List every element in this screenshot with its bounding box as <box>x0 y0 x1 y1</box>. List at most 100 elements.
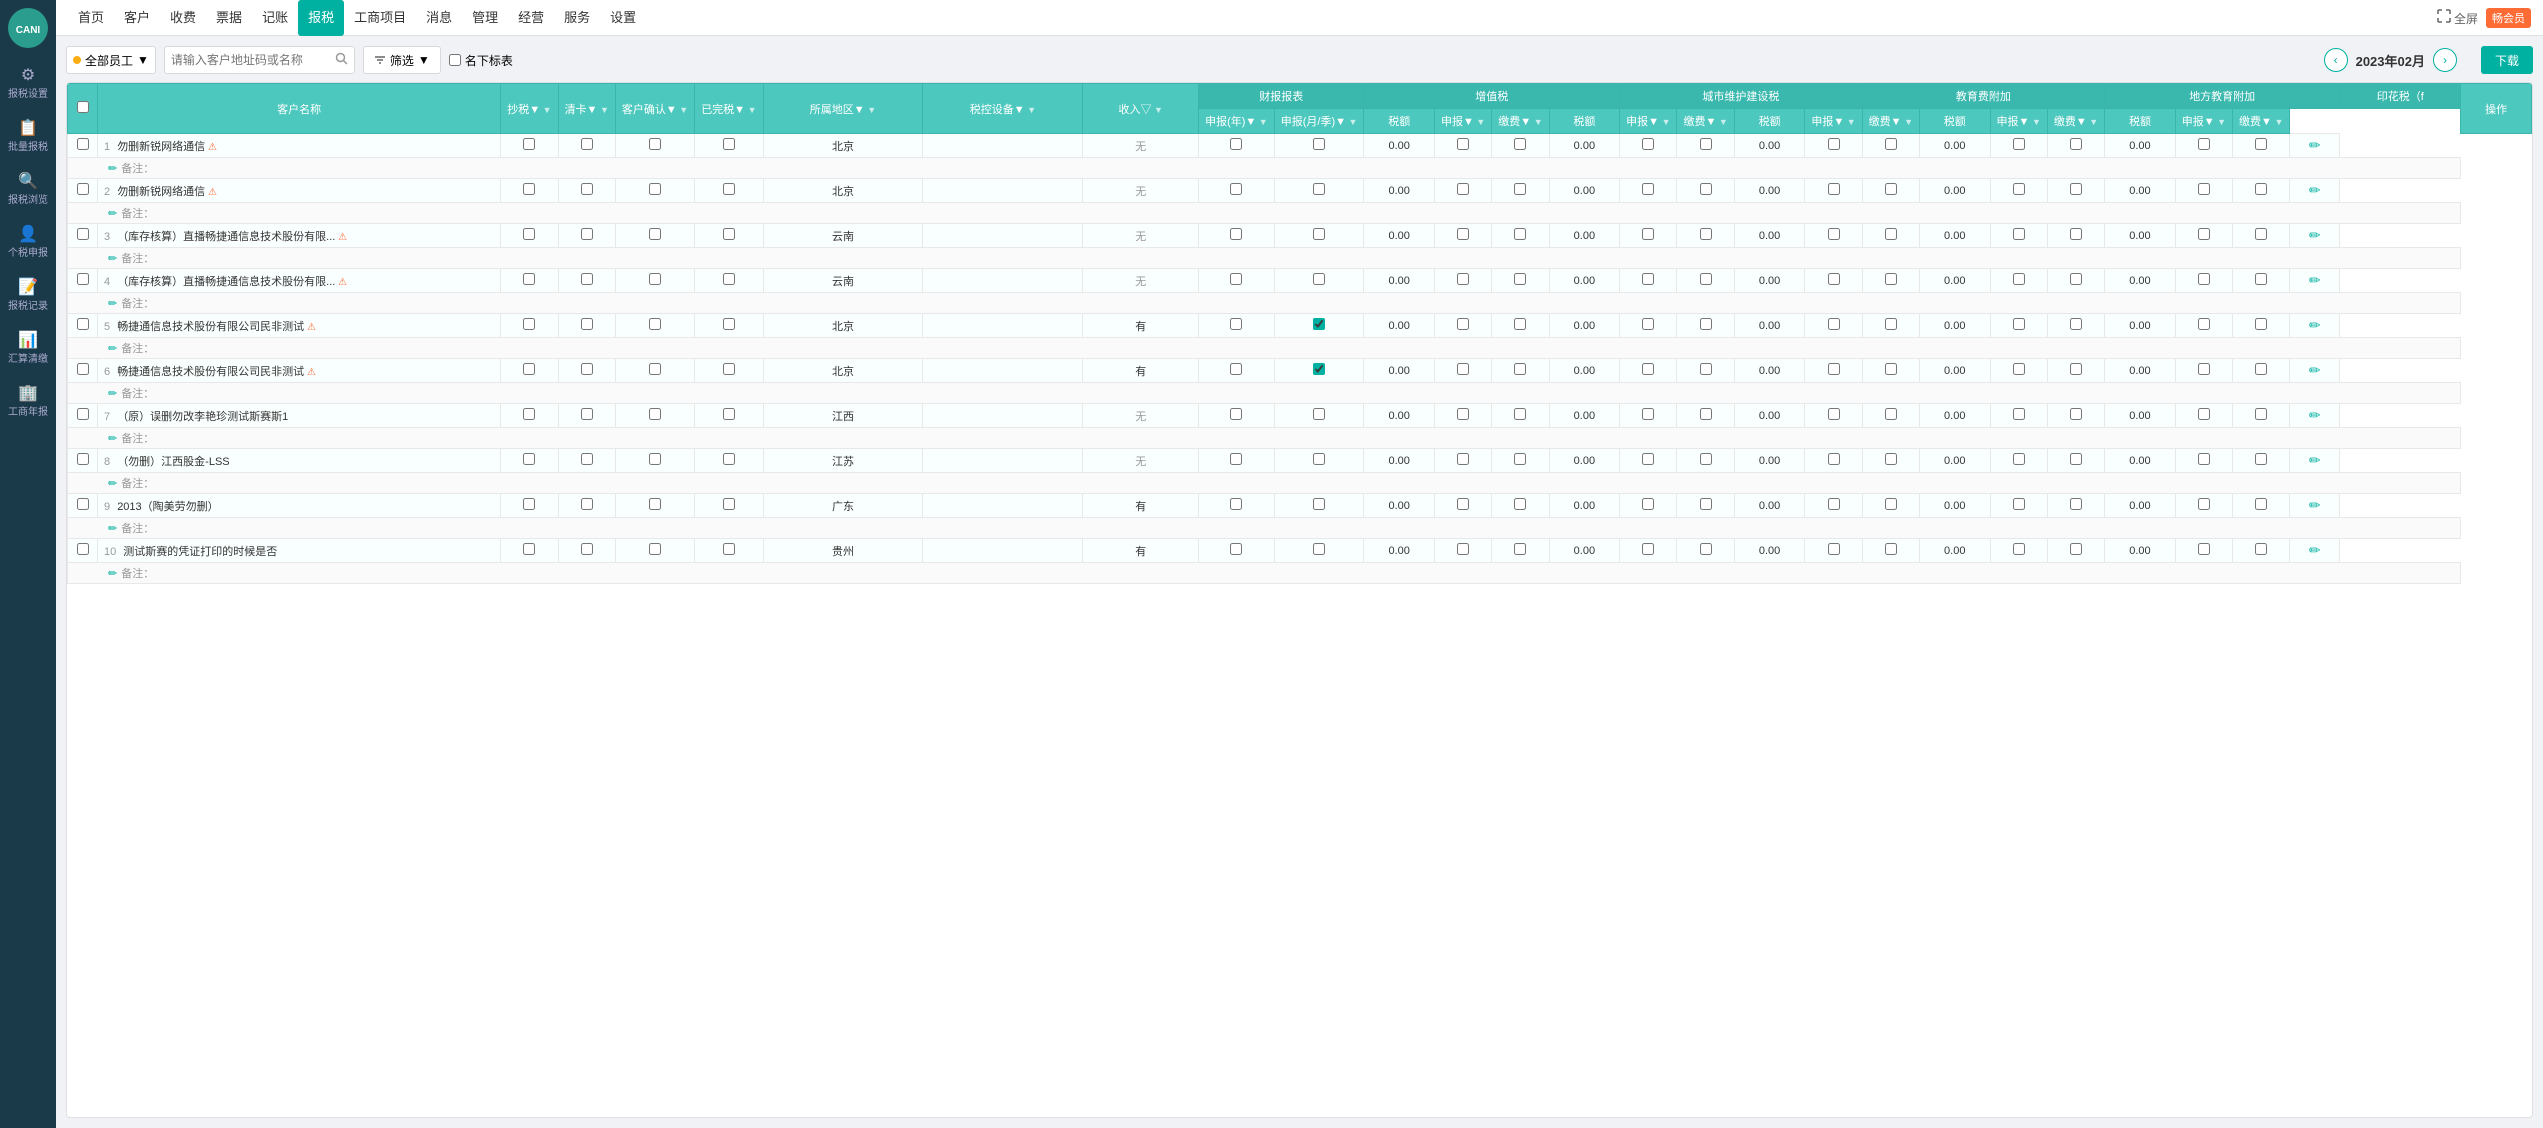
qingka-checkbox[interactable] <box>558 359 615 383</box>
cb-month-checkbox[interactable] <box>1274 449 1364 473</box>
jf1-checkbox[interactable] <box>1492 224 1549 248</box>
jf4-checkbox[interactable] <box>2047 314 2104 338</box>
edit-icon[interactable]: ✏ <box>2309 407 2321 423</box>
khqr-checkbox[interactable] <box>615 494 694 518</box>
sb4-checkbox[interactable] <box>1990 269 2047 293</box>
sb1-checkbox[interactable] <box>1434 179 1491 203</box>
chaosui-checkbox[interactable] <box>501 179 558 203</box>
sb4-checkbox[interactable] <box>1990 359 2047 383</box>
jf3-checkbox[interactable] <box>1862 404 1919 428</box>
chaosui-checkbox[interactable] <box>501 494 558 518</box>
th-sb5[interactable]: 申报▼ <box>2175 109 2232 134</box>
jf3-checkbox[interactable] <box>1862 269 1919 293</box>
cb-year-checkbox[interactable] <box>1199 404 1275 428</box>
th-qingka[interactable]: 清卡▼ <box>558 84 615 134</box>
sb2-checkbox[interactable] <box>1620 539 1677 563</box>
ywans-checkbox[interactable] <box>695 134 763 158</box>
edit-icon[interactable]: ✏ <box>2309 542 2321 558</box>
chaosui-checkbox[interactable] <box>501 404 558 428</box>
cb-year-checkbox[interactable] <box>1199 359 1275 383</box>
jf4-checkbox[interactable] <box>2047 269 2104 293</box>
edit-cell[interactable]: ✏ <box>2290 359 2340 383</box>
edit-icon[interactable]: ✏ <box>2309 137 2321 153</box>
khqr-checkbox[interactable] <box>615 404 694 428</box>
th-jf2[interactable]: 缴费▼ <box>1677 109 1734 134</box>
jf1-checkbox[interactable] <box>1492 359 1549 383</box>
jf2-checkbox[interactable] <box>1677 404 1734 428</box>
cb-month-checkbox[interactable] <box>1274 539 1364 563</box>
sb2-checkbox[interactable] <box>1620 179 1677 203</box>
chaosui-checkbox[interactable] <box>501 359 558 383</box>
th-area[interactable]: 所属地区▼ <box>763 84 923 134</box>
jf1-checkbox[interactable] <box>1492 449 1549 473</box>
sb4-checkbox[interactable] <box>1990 539 2047 563</box>
jf5-checkbox[interactable] <box>2233 179 2290 203</box>
sb1-checkbox[interactable] <box>1434 224 1491 248</box>
ywans-checkbox[interactable] <box>695 539 763 563</box>
row-checkbox-cell[interactable] <box>68 314 98 338</box>
jf5-checkbox[interactable] <box>2233 269 2290 293</box>
jf5-checkbox[interactable] <box>2233 539 2290 563</box>
jf4-checkbox[interactable] <box>2047 539 2104 563</box>
th-sb4[interactable]: 申报▼ <box>1990 109 2047 134</box>
sb3-checkbox[interactable] <box>1805 494 1862 518</box>
mingxia-checkbox[interactable] <box>449 54 461 66</box>
row-checkbox-cell[interactable] <box>68 404 98 428</box>
employee-filter-select[interactable]: 全部员工 ▼ <box>66 46 156 74</box>
sb5-checkbox[interactable] <box>2175 269 2232 293</box>
jf4-checkbox[interactable] <box>2047 404 2104 428</box>
row-checkbox-cell[interactable] <box>68 179 98 203</box>
sb1-checkbox[interactable] <box>1434 449 1491 473</box>
edit-cell[interactable]: ✏ <box>2290 404 2340 428</box>
sb4-checkbox[interactable] <box>1990 134 2047 158</box>
cb-year-checkbox[interactable] <box>1199 449 1275 473</box>
ywans-checkbox[interactable] <box>695 314 763 338</box>
sb1-checkbox[interactable] <box>1434 539 1491 563</box>
cb-month-checkbox[interactable] <box>1274 134 1364 158</box>
cb-month-checkbox[interactable] <box>1274 269 1364 293</box>
sb3-checkbox[interactable] <box>1805 269 1862 293</box>
th-shouru[interactable]: 收入▽ <box>1083 84 1199 134</box>
jf2-checkbox[interactable] <box>1677 179 1734 203</box>
cb-year-checkbox[interactable] <box>1199 224 1275 248</box>
jf2-checkbox[interactable] <box>1677 539 1734 563</box>
th-sb-year[interactable]: 申报(年)▼ <box>1199 109 1275 134</box>
row-checkbox-cell[interactable] <box>68 269 98 293</box>
jf3-checkbox[interactable] <box>1862 449 1919 473</box>
prev-month-button[interactable]: ‹ <box>2324 48 2348 72</box>
th-jf1[interactable]: 缴费▼ <box>1492 109 1549 134</box>
sb1-checkbox[interactable] <box>1434 134 1491 158</box>
jf5-checkbox[interactable] <box>2233 404 2290 428</box>
row-checkbox-cell[interactable] <box>68 134 98 158</box>
edit-icon[interactable]: ✏ <box>2309 497 2321 513</box>
cb-month-checkbox[interactable] <box>1274 359 1364 383</box>
jf5-checkbox[interactable] <box>2233 494 2290 518</box>
jf1-checkbox[interactable] <box>1492 494 1549 518</box>
edit-cell[interactable]: ✏ <box>2290 179 2340 203</box>
sb5-checkbox[interactable] <box>2175 224 2232 248</box>
sb4-checkbox[interactable] <box>1990 224 2047 248</box>
jf2-checkbox[interactable] <box>1677 134 1734 158</box>
edit-cell[interactable]: ✏ <box>2290 314 2340 338</box>
chaosui-checkbox[interactable] <box>501 269 558 293</box>
jf1-checkbox[interactable] <box>1492 314 1549 338</box>
jf3-checkbox[interactable] <box>1862 539 1919 563</box>
jf1-checkbox[interactable] <box>1492 539 1549 563</box>
edit-icon[interactable]: ✏ <box>2309 362 2321 378</box>
nav-gongshang[interactable]: 工商项目 <box>344 0 416 36</box>
jf2-checkbox[interactable] <box>1677 359 1734 383</box>
sidebar-item-piliangsaobao[interactable]: 📋 批量报税 <box>0 109 56 162</box>
cb-year-checkbox[interactable] <box>1199 314 1275 338</box>
th-sb-month[interactable]: 申报(月/季)▼ <box>1274 109 1364 134</box>
row-checkbox-cell[interactable] <box>68 494 98 518</box>
ywans-checkbox[interactable] <box>695 404 763 428</box>
qingka-checkbox[interactable] <box>558 224 615 248</box>
th-shukong[interactable]: 税控设备▼ <box>923 84 1083 134</box>
jf1-checkbox[interactable] <box>1492 269 1549 293</box>
ywans-checkbox[interactable] <box>695 449 763 473</box>
nav-fuwu[interactable]: 服务 <box>554 0 600 36</box>
ywans-checkbox[interactable] <box>695 494 763 518</box>
row-checkbox-cell[interactable] <box>68 449 98 473</box>
edit-cell[interactable]: ✏ <box>2290 449 2340 473</box>
nav-jingying[interactable]: 经营 <box>508 0 554 36</box>
